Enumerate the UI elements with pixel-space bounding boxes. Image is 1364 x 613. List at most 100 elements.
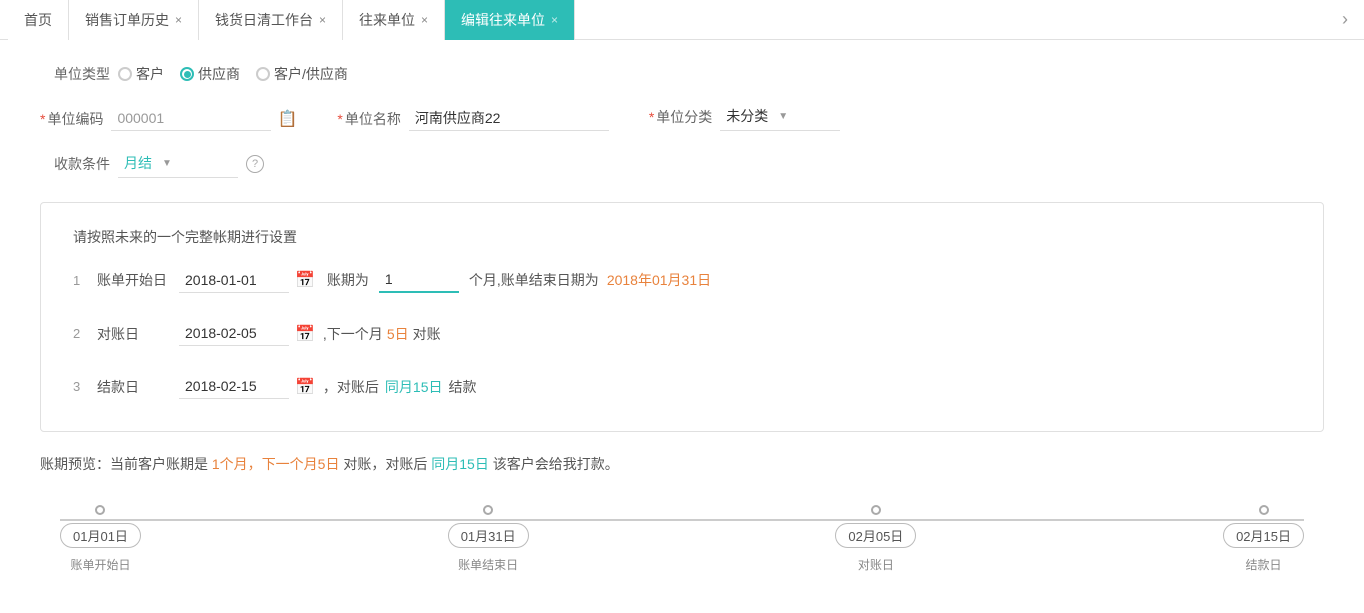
step-3-teal-text: 同月15日 [385, 377, 443, 397]
timeline-dot-0 [95, 505, 105, 515]
radio-supplier-circle [180, 67, 194, 81]
tabs-bar: 首页 销售订单历史 × 钱货日清工作台 × 往来单位 × 编辑往来单位 × › [0, 0, 1364, 40]
unit-classify-label: 单位分类 [656, 107, 712, 127]
tab-cash-work-close[interactable]: × [319, 13, 326, 27]
radio-supplier[interactable]: 供应商 [180, 64, 240, 84]
unit-type-row: 单位类型 客户 供应商 客户/供应商 [40, 64, 1324, 84]
timeline-item-2: 02月05日 对账日 [835, 505, 916, 573]
payment-condition-row: 收款条件 月结 ▼ ? [40, 149, 1324, 178]
timeline-dot-3 [1259, 505, 1269, 515]
radio-customer-supplier-label: 客户/供应商 [274, 64, 348, 84]
timeline-item-3: 02月15日 结款日 [1223, 505, 1304, 573]
timeline-date-2: 02月05日 [835, 523, 916, 548]
radio-customer-label: 客户 [136, 64, 164, 84]
step-1-label: 账单开始日 [97, 270, 167, 290]
tab-cash-work-label: 钱货日清工作台 [215, 10, 313, 30]
radio-customer-circle [118, 67, 132, 81]
tab-cash-work[interactable]: 钱货日清工作台 × [199, 0, 343, 40]
tab-home-label: 首页 [24, 10, 52, 30]
tab-counterparty[interactable]: 往来单位 × [343, 0, 445, 40]
radio-customer-supplier[interactable]: 客户/供应商 [256, 64, 348, 84]
tab-sales-history-label: 销售订单历史 [85, 10, 169, 30]
unit-code-group: * 单位编码 📋 [40, 106, 297, 131]
unit-code-label: 单位编码 [47, 109, 103, 129]
unit-type-label: 单位类型 [40, 64, 110, 84]
preview-check-date: 下一个月5日 [262, 456, 340, 472]
payment-condition-value: 月结 [118, 149, 158, 177]
step-2-label: 对账日 [97, 324, 167, 344]
tab-sales-history[interactable]: 销售订单历史 × [69, 0, 199, 40]
preview-pay-date: 同月15日 [431, 456, 489, 472]
step-2-prefix: ,下一个月 [323, 324, 383, 344]
timeline-date-0: 01月01日 [60, 523, 141, 548]
timeline-date-3: 02月15日 [1223, 523, 1304, 548]
tab-edit-counterparty[interactable]: 编辑往来单位 × [445, 0, 575, 40]
settings-panel: 请按照未来的一个完整帐期进行设置 1 账单开始日 📅 账期为 个月,账单结束日期… [40, 202, 1324, 432]
timeline-date-1: 01月31日 [448, 523, 529, 548]
unit-classify-value: 未分类 [720, 102, 774, 130]
step-1-calendar-icon[interactable]: 📅 [295, 270, 315, 290]
step-3-num: 3 [73, 379, 97, 394]
unit-name-group: * 单位名称 [337, 106, 608, 131]
radio-customer-supplier-circle [256, 67, 270, 81]
unit-name-input[interactable] [409, 106, 609, 131]
step-2-num: 2 [73, 326, 97, 341]
unit-name-label: 单位名称 [345, 109, 401, 129]
step-1-num: 1 [73, 273, 97, 288]
payment-condition-arrow-icon: ▼ [162, 158, 172, 169]
step-1-end-date: 2018年01月31日 [607, 270, 711, 290]
tab-sales-history-close[interactable]: × [175, 13, 182, 27]
timeline-items: 01月01日 账单开始日 01月31日 账单结束日 02月05日 对账日 02月… [60, 505, 1304, 573]
timeline-sub-2: 对账日 [858, 556, 894, 573]
step-2-date-input[interactable] [179, 321, 289, 346]
step-3-suffix: 结款 [449, 377, 477, 397]
tab-counterparty-label: 往来单位 [359, 10, 415, 30]
panel-hint: 请按照未来的一个完整帐期进行设置 [73, 227, 1291, 247]
step-3-label: 结款日 [97, 377, 167, 397]
step-3-calendar-icon[interactable]: 📅 [295, 377, 315, 397]
step-1-period-input[interactable] [379, 267, 459, 293]
unit-code-input[interactable] [111, 106, 271, 131]
timeline-sub-0: 账单开始日 [70, 556, 130, 573]
step-2-calendar-icon[interactable]: 📅 [295, 324, 315, 344]
tab-more-button[interactable]: › [1334, 9, 1356, 30]
step-2-orange-text: 5日 [387, 324, 409, 344]
payment-condition-select[interactable]: 月结 ▼ [118, 149, 238, 178]
timeline-item-1: 01月31日 账单结束日 [448, 505, 529, 573]
unit-classify-arrow-icon: ▼ [778, 111, 788, 122]
timeline-item-0: 01月01日 账单开始日 [60, 505, 141, 573]
step-3-prefix: ，对账后 [323, 377, 379, 397]
step-2-suffix: 对账 [413, 324, 441, 344]
tab-counterparty-close[interactable]: × [421, 13, 428, 27]
payment-condition-help-icon[interactable]: ? [246, 155, 264, 173]
preview-end: 该客户会给我打款。 [489, 456, 619, 472]
step-1-period-label: 账期为 [327, 270, 369, 290]
step-3-date-input[interactable] [179, 374, 289, 399]
tab-edit-counterparty-close[interactable]: × [551, 13, 558, 27]
unit-name-star: * [337, 111, 342, 127]
radio-customer[interactable]: 客户 [118, 64, 164, 84]
step-1-row: 1 账单开始日 📅 账期为 个月,账单结束日期为 2018年01月31日 [73, 267, 1291, 293]
timeline-sub-3: 结款日 [1246, 556, 1282, 573]
unit-info-row: * 单位编码 📋 * 单位名称 * 单位分类 未分类 ▼ [40, 102, 1324, 131]
timeline-dot-1 [483, 505, 493, 515]
unit-classify-group: * 单位分类 未分类 ▼ [649, 102, 840, 131]
timeline-dot-2 [871, 505, 881, 515]
unit-type-radio-group: 客户 供应商 客户/供应商 [118, 64, 348, 84]
payment-condition-label: 收款条件 [40, 154, 110, 174]
tab-edit-counterparty-label: 编辑往来单位 [461, 10, 545, 30]
page-content: 单位类型 客户 供应商 客户/供应商 * 单位编码 📋 * 单位名称 [0, 40, 1364, 613]
preview-mid: 对账，对账后 [339, 456, 431, 472]
step-1-date-input[interactable] [179, 268, 289, 293]
preview-month: 1个月， [212, 456, 262, 472]
radio-supplier-label: 供应商 [198, 64, 240, 84]
unit-classify-dropdown[interactable]: 未分类 ▼ [720, 102, 840, 131]
tab-home[interactable]: 首页 [8, 0, 69, 40]
preview-text: 账期预览：当前客户账期是 1个月，下一个月5日 对账，对账后 同月15日 该客户… [40, 452, 1324, 477]
preview-prefix: 账期预览：当前客户账期是 [40, 456, 212, 472]
step-2-row: 2 对账日 📅 ,下一个月5日 对账 [73, 321, 1291, 346]
step-1-unit-text: 个月,账单结束日期为 [469, 270, 599, 290]
step-3-row: 3 结款日 📅 ，对账后 同月15日 结款 [73, 374, 1291, 399]
timeline-sub-1: 账单结束日 [458, 556, 518, 573]
unit-code-icon[interactable]: 📋 [277, 109, 297, 129]
